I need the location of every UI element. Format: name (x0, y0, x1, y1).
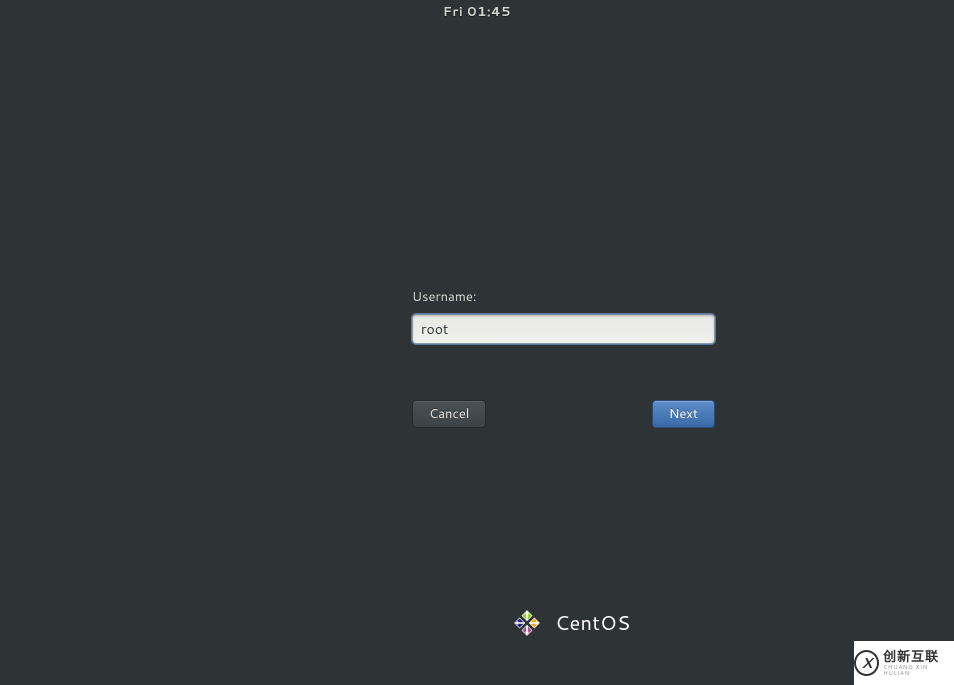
centos-logo-icon (507, 603, 547, 643)
watermark: X 创新互联 CHUANG XIN HULIAN (854, 641, 954, 685)
os-name-text: CentOS (555, 609, 631, 637)
watermark-icon: X (854, 650, 879, 676)
username-input[interactable] (412, 314, 715, 344)
top-bar: Fri 01:45 (0, 0, 954, 24)
os-branding: CentOS (507, 603, 631, 643)
cancel-button[interactable]: Cancel (412, 400, 486, 428)
username-label: Username: (412, 288, 715, 306)
clock-text: Fri 01:45 (443, 3, 511, 21)
login-form: Username: (412, 288, 715, 344)
next-button[interactable]: Next (652, 400, 715, 428)
button-row: Cancel Next (412, 400, 715, 428)
watermark-sub-text: CHUANG XIN HULIAN (883, 664, 954, 676)
